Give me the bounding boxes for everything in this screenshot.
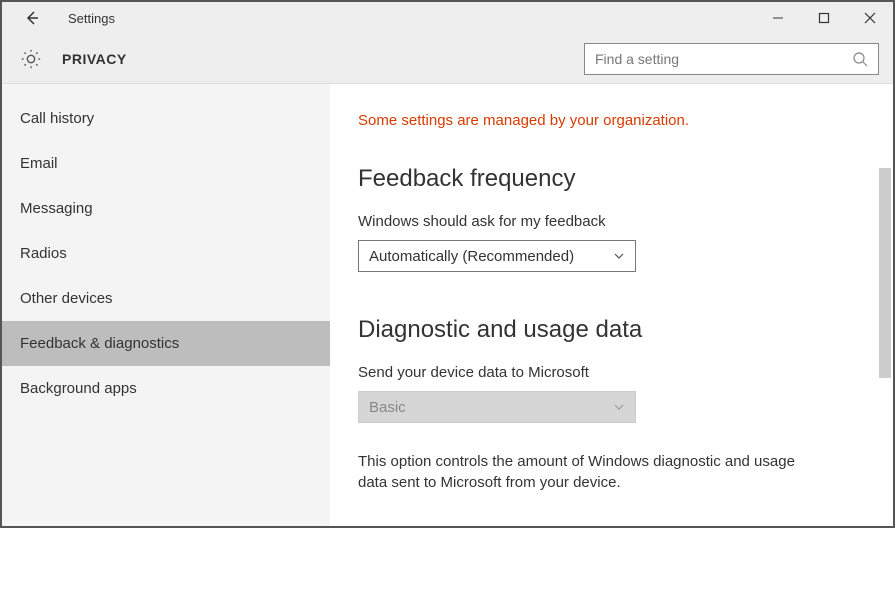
scrollbar-thumb[interactable] — [879, 168, 891, 378]
window-controls — [755, 2, 893, 34]
feedback-frequency-title: Feedback frequency — [358, 165, 865, 193]
window-title: Settings — [68, 11, 115, 26]
search-input[interactable] — [595, 51, 852, 67]
close-button[interactable] — [847, 2, 893, 34]
sidebar-item-other-devices[interactable]: Other devices — [2, 276, 330, 321]
diagnostic-data-label: Send your device data to Microsoft — [358, 364, 865, 381]
diagnostic-data-description: This option controls the amount of Windo… — [358, 451, 828, 493]
minimize-button[interactable] — [755, 2, 801, 34]
managed-by-org-note: Some settings are managed by your organi… — [358, 112, 865, 129]
sidebar-item-email[interactable]: Email — [2, 141, 330, 186]
titlebar: Settings — [2, 2, 893, 34]
minimize-icon — [772, 12, 784, 24]
diagnostic-data-title: Diagnostic and usage data — [358, 316, 865, 344]
search-box[interactable] — [584, 43, 879, 75]
back-arrow-icon — [24, 10, 40, 26]
back-button[interactable] — [16, 2, 48, 34]
content: Call history Email Messaging Radios Othe… — [2, 84, 893, 526]
chevron-down-icon — [613, 401, 625, 413]
main-panel: Some settings are managed by your organi… — [330, 84, 893, 526]
maximize-icon — [818, 12, 830, 24]
sidebar-item-feedback-diagnostics[interactable]: Feedback & diagnostics — [2, 321, 330, 366]
sidebar-item-radios[interactable]: Radios — [2, 231, 330, 276]
feedback-frequency-label: Windows should ask for my feedback — [358, 213, 865, 230]
sidebar-item-call-history[interactable]: Call history — [2, 96, 330, 141]
page-title: PRIVACY — [62, 51, 127, 67]
diagnostic-data-value: Basic — [369, 399, 406, 416]
feedback-frequency-dropdown[interactable]: Automatically (Recommended) — [358, 240, 636, 272]
sidebar-item-cut — [2, 86, 330, 96]
maximize-button[interactable] — [801, 2, 847, 34]
header: PRIVACY — [2, 34, 893, 84]
feedback-frequency-value: Automatically (Recommended) — [369, 248, 574, 265]
sidebar-item-background-apps[interactable]: Background apps — [2, 366, 330, 411]
sidebar-item-messaging[interactable]: Messaging — [2, 186, 330, 231]
scrollbar[interactable] — [879, 168, 891, 598]
close-icon — [864, 12, 876, 24]
diagnostic-data-dropdown: Basic — [358, 391, 636, 423]
chevron-down-icon — [613, 250, 625, 262]
search-icon — [852, 51, 868, 67]
gear-icon — [20, 48, 42, 70]
sidebar: Call history Email Messaging Radios Othe… — [2, 84, 330, 526]
